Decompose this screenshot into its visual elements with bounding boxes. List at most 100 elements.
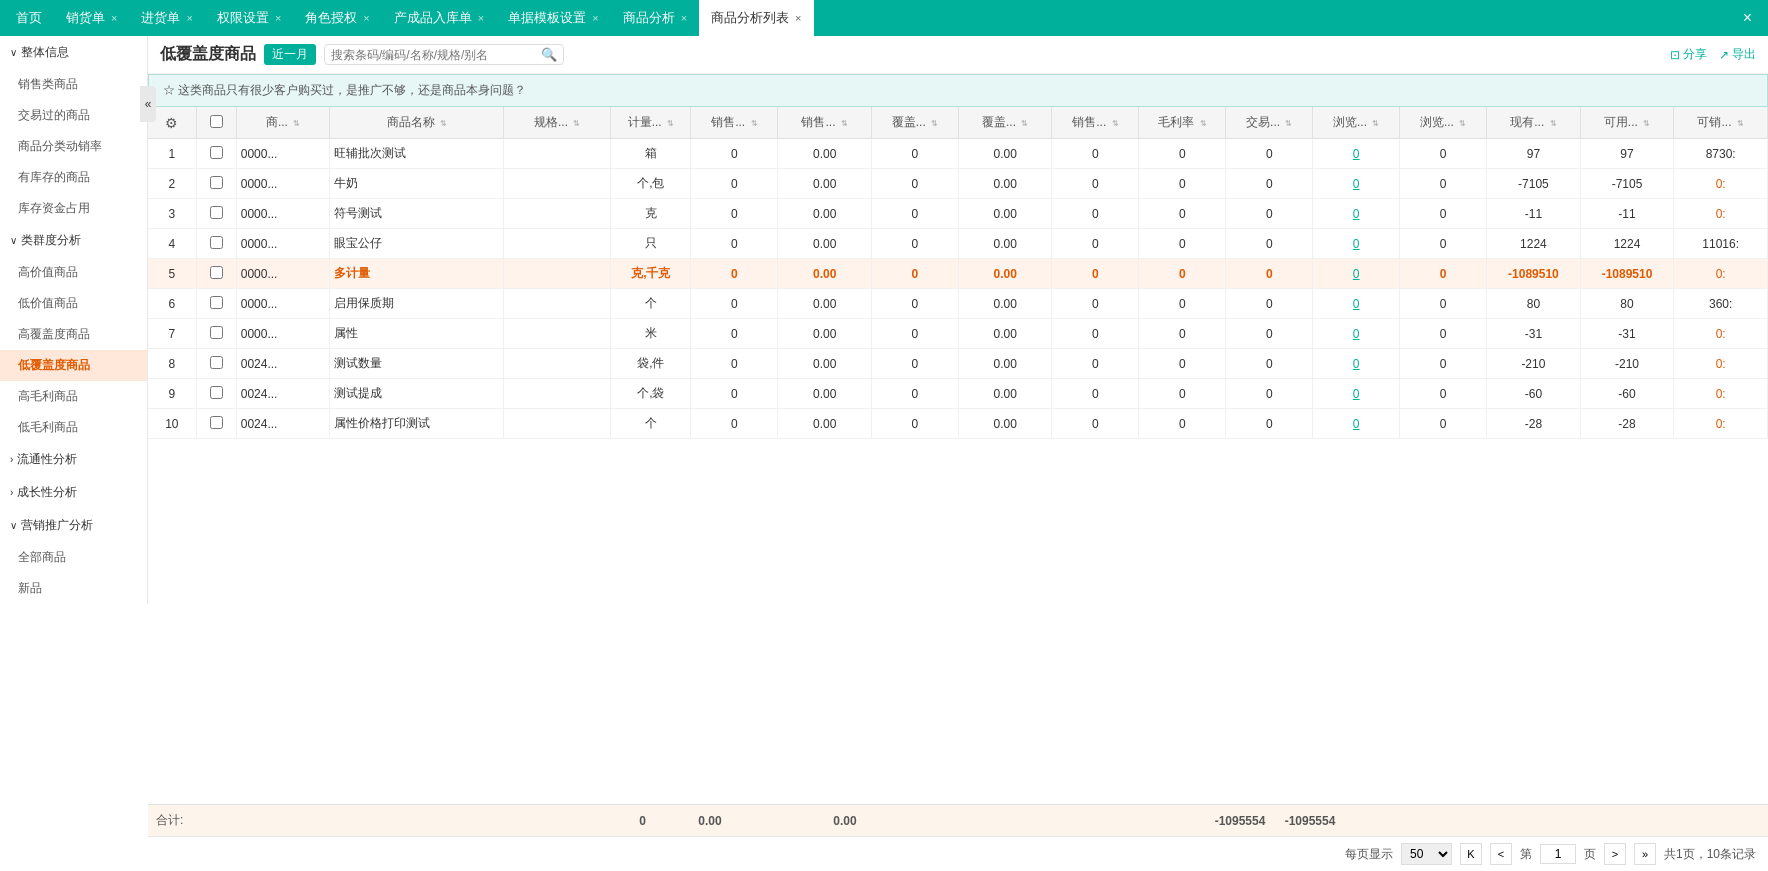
cell-browse1[interactable]: 0 xyxy=(1313,319,1400,349)
tab-sales-order[interactable]: 销货单 × xyxy=(54,0,129,36)
sidebar-item-low-coverage[interactable]: 低覆盖度商品 xyxy=(0,350,147,381)
th-unit[interactable]: 计量... ⇅ xyxy=(611,107,691,139)
browse1-link[interactable]: 0 xyxy=(1353,237,1360,251)
sidebar-section-marketing[interactable]: ∨ 营销推广分析 xyxy=(0,509,147,542)
tab-sales-close-icon[interactable]: × xyxy=(111,12,117,24)
tab-role-close-icon[interactable]: × xyxy=(363,12,369,24)
th-browse1[interactable]: 浏览... ⇅ xyxy=(1313,107,1400,139)
settings-icon[interactable]: ⚙ xyxy=(165,115,178,131)
sidebar-item-new-products[interactable]: 新品 xyxy=(0,573,147,604)
tab-product-close-icon[interactable]: × xyxy=(478,12,484,24)
th-cover2[interactable]: 覆盖... ⇅ xyxy=(958,107,1052,139)
cell-check[interactable] xyxy=(196,349,236,379)
prev-page-button[interactable]: < xyxy=(1490,843,1512,865)
cell-check[interactable] xyxy=(196,139,236,169)
sidebar-item-with-stock[interactable]: 有库存的商品 xyxy=(0,162,147,193)
th-current[interactable]: 现有... ⇅ xyxy=(1487,107,1581,139)
th-cover1[interactable]: 覆盖... ⇅ xyxy=(871,107,958,139)
cell-check[interactable] xyxy=(196,409,236,439)
export-button[interactable]: ↗ 导出 xyxy=(1719,46,1756,63)
cell-check[interactable] xyxy=(196,319,236,349)
cell-check[interactable] xyxy=(196,199,236,229)
browse1-link[interactable]: 0 xyxy=(1353,357,1360,371)
cell-browse1[interactable]: 0 xyxy=(1313,289,1400,319)
cell-check[interactable] xyxy=(196,289,236,319)
cell-check[interactable] xyxy=(196,379,236,409)
row-checkbox[interactable] xyxy=(210,356,223,369)
sidebar-item-low-value[interactable]: 低价值商品 xyxy=(0,288,147,319)
th-sellable[interactable]: 可销... ⇅ xyxy=(1674,107,1768,139)
th-sale2[interactable]: 销售... ⇅ xyxy=(1052,107,1139,139)
sidebar-item-low-gross[interactable]: 低毛利商品 xyxy=(0,412,147,443)
cell-browse1[interactable]: 0 xyxy=(1313,139,1400,169)
sidebar-item-high-coverage[interactable]: 高覆盖度商品 xyxy=(0,319,147,350)
tab-purchase-order[interactable]: 进货单 × xyxy=(129,0,204,36)
table-container[interactable]: ⚙ 商... ⇅ 商品名称 ⇅ xyxy=(148,107,1768,804)
sidebar-item-category-turnover[interactable]: 商品分类动销率 xyxy=(0,131,147,162)
row-checkbox[interactable] xyxy=(210,326,223,339)
date-filter-button[interactable]: 近一月 xyxy=(264,44,316,65)
next-page-button[interactable]: > xyxy=(1604,843,1626,865)
row-checkbox[interactable] xyxy=(210,236,223,249)
cell-check[interactable] xyxy=(196,229,236,259)
search-icon[interactable]: 🔍 xyxy=(541,47,557,62)
th-browse2[interactable]: 浏览... ⇅ xyxy=(1400,107,1487,139)
sidebar-item-stock-capital[interactable]: 库存资金占用 xyxy=(0,193,147,224)
sidebar-item-all-products[interactable]: 全部商品 xyxy=(0,542,147,573)
browse1-link[interactable]: 0 xyxy=(1353,147,1360,161)
th-spec[interactable]: 规格... ⇅ xyxy=(504,107,611,139)
browse1-link[interactable]: 0 xyxy=(1353,267,1360,281)
cell-browse1[interactable]: 0 xyxy=(1313,409,1400,439)
cell-check[interactable] xyxy=(196,169,236,199)
tab-home[interactable]: 首页 xyxy=(4,0,54,36)
sidebar-item-high-value[interactable]: 高价值商品 xyxy=(0,257,147,288)
per-page-select[interactable]: 50 10 20 100 xyxy=(1401,843,1452,865)
sidebar-item-sales-products[interactable]: 销售类商品 xyxy=(0,69,147,100)
first-page-button[interactable]: K xyxy=(1460,843,1482,865)
tab-permission-close-icon[interactable]: × xyxy=(275,12,281,24)
cell-check[interactable] xyxy=(196,259,236,289)
cell-browse1[interactable]: 0 xyxy=(1313,229,1400,259)
tab-role-auth[interactable]: 角色授权 × xyxy=(293,0,381,36)
browse1-link[interactable]: 0 xyxy=(1353,177,1360,191)
row-checkbox[interactable] xyxy=(210,146,223,159)
th-code[interactable]: 商... ⇅ xyxy=(236,107,330,139)
search-input[interactable] xyxy=(331,48,541,62)
row-checkbox[interactable] xyxy=(210,296,223,309)
row-checkbox[interactable] xyxy=(210,386,223,399)
th-gross[interactable]: 毛利率 ⇅ xyxy=(1139,107,1226,139)
tab-template-settings[interactable]: 单据模板设置 × xyxy=(496,0,610,36)
select-all-checkbox[interactable] xyxy=(210,115,223,128)
tab-product-inbound[interactable]: 产成品入库单 × xyxy=(382,0,496,36)
tab-purchase-close-icon[interactable]: × xyxy=(186,12,192,24)
tab-analysis-list[interactable]: 商品分析列表 × xyxy=(699,0,813,36)
window-close-button[interactable]: × xyxy=(1731,9,1764,27)
sidebar-collapse-button[interactable]: « xyxy=(140,86,156,122)
tab-template-close-icon[interactable]: × xyxy=(592,12,598,24)
th-sales-amt[interactable]: 销售... ⇅ xyxy=(778,107,872,139)
row-checkbox[interactable] xyxy=(210,266,223,279)
sidebar-item-traded-products[interactable]: 交易过的商品 xyxy=(0,100,147,131)
cell-browse1[interactable]: 0 xyxy=(1313,379,1400,409)
tab-analysis-close-icon[interactable]: × xyxy=(681,12,687,24)
browse1-link[interactable]: 0 xyxy=(1353,297,1360,311)
sidebar-section-overall[interactable]: ∨ 整体信息 xyxy=(0,36,147,69)
cell-browse1[interactable]: 0 xyxy=(1313,169,1400,199)
th-name[interactable]: 商品名称 ⇅ xyxy=(330,107,504,139)
th-avail[interactable]: 可用... ⇅ xyxy=(1580,107,1674,139)
tab-permission[interactable]: 权限设置 × xyxy=(205,0,293,36)
sidebar-item-high-gross[interactable]: 高毛利商品 xyxy=(0,381,147,412)
sidebar-section-growth[interactable]: › 成长性分析 xyxy=(0,476,147,509)
share-button[interactable]: ⊡ 分享 xyxy=(1670,46,1707,63)
row-checkbox[interactable] xyxy=(210,416,223,429)
browse1-link[interactable]: 0 xyxy=(1353,417,1360,431)
sidebar-section-liquidity[interactable]: › 流通性分析 xyxy=(0,443,147,476)
cell-browse1[interactable]: 0 xyxy=(1313,349,1400,379)
row-checkbox[interactable] xyxy=(210,206,223,219)
tab-product-analysis[interactable]: 商品分析 × xyxy=(611,0,699,36)
th-trade[interactable]: 交易... ⇅ xyxy=(1226,107,1313,139)
browse1-link[interactable]: 0 xyxy=(1353,327,1360,341)
cell-browse1[interactable]: 0 xyxy=(1313,259,1400,289)
page-input[interactable] xyxy=(1540,844,1576,864)
browse1-link[interactable]: 0 xyxy=(1353,387,1360,401)
